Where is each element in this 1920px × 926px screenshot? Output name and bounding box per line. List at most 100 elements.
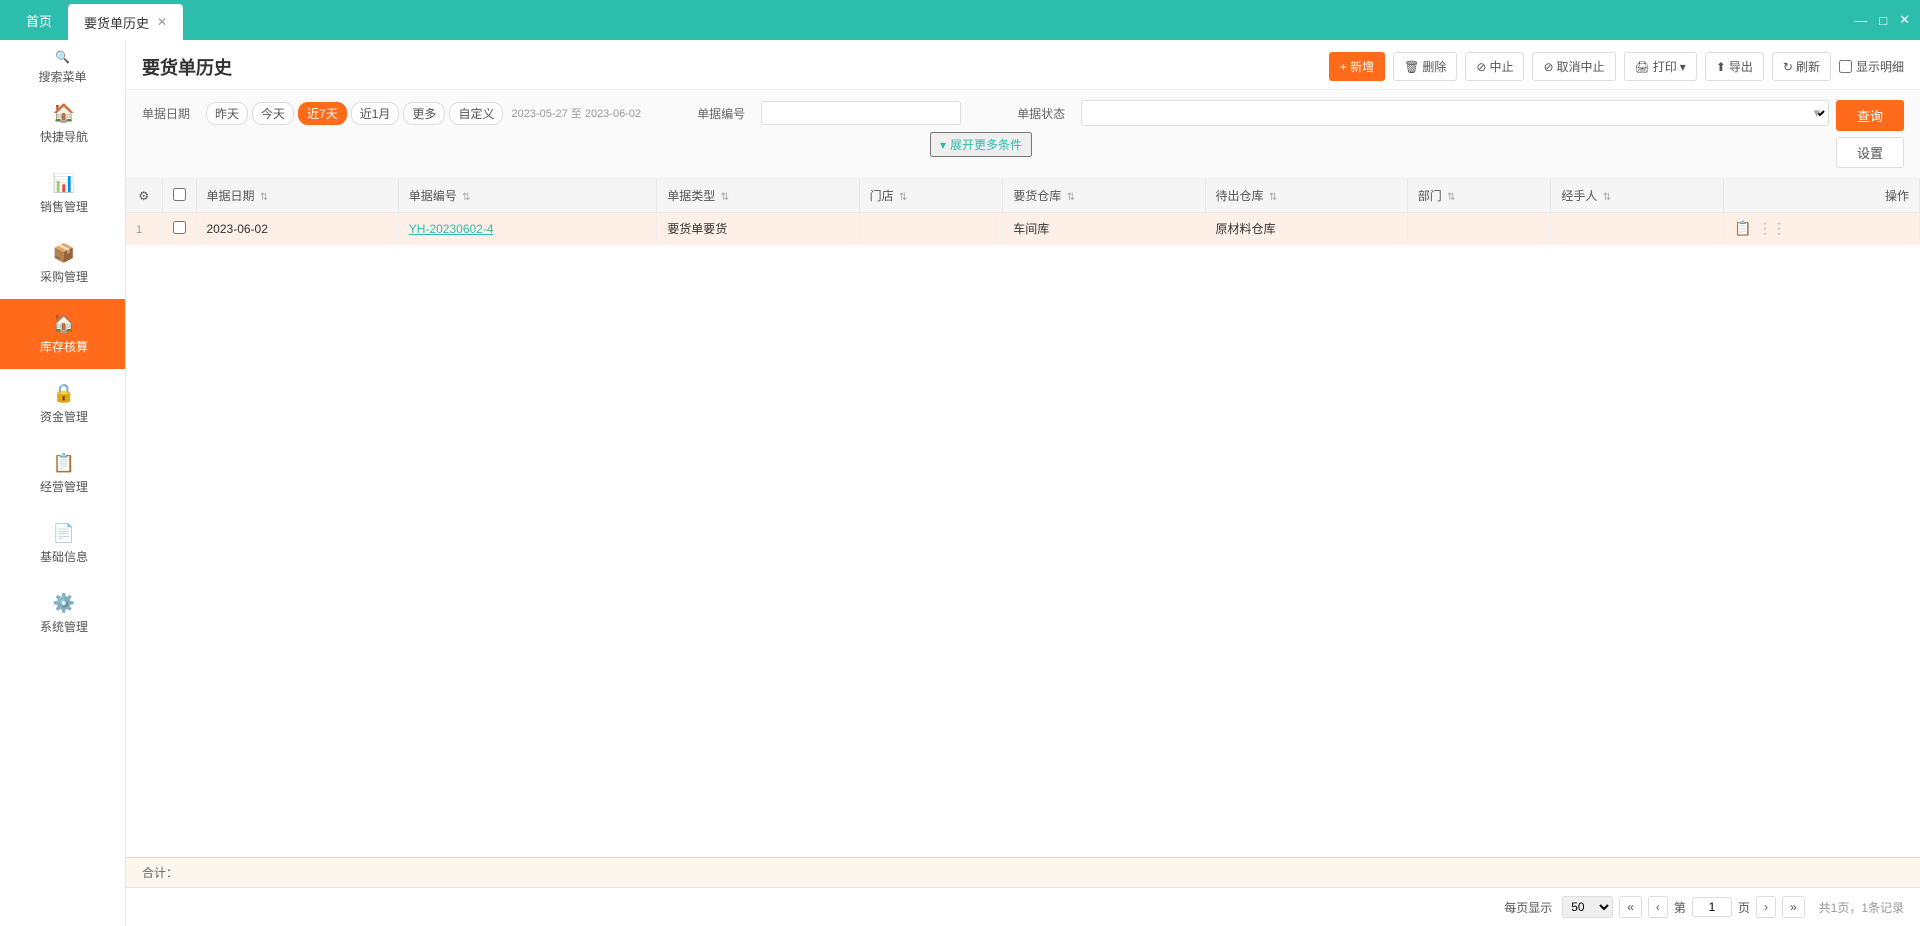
new-button[interactable]: + 新增 [1329,52,1385,81]
settings-gear-icon[interactable]: ⚙ [138,189,149,203]
export-button[interactable]: ⬆ 导出 [1705,52,1764,81]
th-store[interactable]: 门店 ⇅ [859,179,1003,213]
layout: 🔍 搜索菜单 🏠 快捷导航 📊 销售管理 📦 采购管理 🏠 库存核算 🔒 资金管… [0,40,1920,926]
sort-dept-icon: ⇅ [1447,192,1455,203]
page-label: 第 [1674,899,1686,916]
page-suffix: 页 [1738,899,1750,916]
main-content: 要货单历史 + 新增 🗑 删除 ⊘ 中止 ⊘ 取消中止 🖨 打印 [126,40,1920,926]
row-checkbox[interactable] [173,221,186,234]
basic-icon: 📄 [53,523,75,544]
pagination: 每页显示 20 50 100 200 « ‹ 第 页 › » 共1页，1条记录 [126,887,1920,926]
date-btn-1month[interactable]: 近1月 [351,102,400,125]
next-page-button[interactable]: › [1756,896,1776,918]
expand-icon: ▾ [940,138,946,152]
sidebar-item-quick-nav[interactable]: 🏠 快捷导航 [0,89,125,159]
sidebar-item-label: 快捷导航 [40,128,88,145]
delete-button[interactable]: 🗑 删除 [1393,52,1457,81]
th-doc-no[interactable]: 单据编号 ⇅ [398,179,656,213]
sidebar-item-inventory[interactable]: 🏠 库存核算 [0,299,125,369]
date-btn-today[interactable]: 今天 [252,102,294,125]
quick-nav-icon: 🏠 [53,103,75,124]
table-wrap: ⚙ 单据日期 ⇅ 单据编号 ⇅ [126,179,1920,857]
filter-section: 单据日期 昨天 今天 近7天 近1月 更多 自定义 2023-05-27 至 2… [142,100,1904,168]
cancel-stop-icon: ⊘ [1543,60,1553,74]
total-info: 共1页，1条记录 [1819,899,1904,916]
th-checkbox[interactable] [162,179,196,213]
sidebar-item-system[interactable]: ⚙️ 系统管理 [0,579,125,649]
sort-pendwh-icon: ⇅ [1269,192,1277,203]
date-btn-yesterday[interactable]: 昨天 [206,102,248,125]
filter-row-actions: 查询 设置 [1820,100,1904,168]
row-more-icon[interactable]: ⋮⋮ [1758,220,1786,237]
page-header: 要货单历史 + 新增 🗑 删除 ⊘ 中止 ⊘ 取消中止 🖨 打印 [126,40,1920,90]
filter-bar: 单据日期 昨天 今天 近7天 近1月 更多 自定义 2023-05-27 至 2… [126,90,1920,179]
tab-history-close[interactable]: ✕ [157,15,167,29]
sidebar-item-label: 库存核算 [40,338,88,355]
minimize-button[interactable]: — [1854,13,1867,28]
table-row[interactable]: 1 2023-06-02 YH-20230602-4 要货单要货 车间库 原材料… [126,213,1920,245]
sidebar-item-purchase[interactable]: 📦 采购管理 [0,229,125,299]
page-number-input[interactable] [1692,897,1732,917]
td-handler [1551,213,1724,245]
status-select[interactable] [1081,100,1829,126]
th-pending-warehouse[interactable]: 待出仓库 ⇅ [1205,179,1407,213]
sidebar-search[interactable]: 🔍 搜索菜单 [0,40,125,89]
td-operations: 📋 ⋮⋮ [1724,213,1920,245]
td-checkbox[interactable] [162,213,196,245]
th-handler[interactable]: 经手人 ⇅ [1551,179,1724,213]
query-button[interactable]: 查询 [1836,100,1904,131]
sidebar-item-operation[interactable]: 📋 经营管理 [0,439,125,509]
sidebar-item-sales[interactable]: 📊 销售管理 [0,159,125,229]
table-footer: 合计： [126,857,1920,887]
doc-no-label: 单据编号 [697,105,745,122]
date-btn-more[interactable]: 更多 [403,102,445,125]
th-doc-type[interactable]: 单据类型 ⇅ [657,179,859,213]
display-detail-toggle[interactable]: 显示明细 [1839,58,1904,75]
stop-button[interactable]: ⊘ 中止 [1465,52,1524,81]
display-detail-checkbox[interactable] [1839,60,1852,73]
data-table: ⚙ 单据日期 ⇅ 单据编号 ⇅ [126,179,1920,245]
stop-icon: ⊘ [1476,60,1486,74]
sort-store-icon: ⇅ [899,192,907,203]
cancel-stop-button[interactable]: ⊘ 取消中止 [1532,52,1615,81]
td-doc-no[interactable]: YH-20230602-4 [398,213,656,245]
date-btn-7days[interactable]: 近7天 [298,102,347,125]
doc-no-link[interactable]: YH-20230602-4 [409,222,494,236]
system-icon: ⚙️ [53,593,75,614]
sort-date-icon: ⇅ [260,192,268,203]
row-edit-icon[interactable]: 📋 [1734,220,1751,237]
date-btn-custom[interactable]: 自定义 [449,102,503,125]
close-button[interactable]: ✕ [1899,12,1910,28]
sidebar-item-basic[interactable]: 📄 基础信息 [0,509,125,579]
select-all-checkbox[interactable] [173,188,186,201]
top-bar: 首页 要货单历史 ✕ — □ ✕ [0,0,1920,40]
sidebar-search-label: 搜索菜单 [38,68,86,85]
print-dropdown-icon: ▾ [1680,60,1686,74]
refresh-button[interactable]: ↻ 刷新 [1772,52,1831,81]
tab-home[interactable]: 首页 [10,0,68,40]
th-req-warehouse[interactable]: 要货仓库 ⇅ [1003,179,1205,213]
page-size-select[interactable]: 20 50 100 200 [1562,896,1613,918]
settings-button[interactable]: 设置 [1836,137,1904,168]
last-page-button[interactable]: » [1782,896,1805,918]
first-page-button[interactable]: « [1619,896,1642,918]
total-label: 合计： [142,866,178,880]
doc-no-input[interactable] [761,101,961,125]
prev-page-button[interactable]: ‹ [1648,896,1668,918]
date-filter-label: 单据日期 [142,105,190,122]
sales-icon: 📊 [53,173,75,194]
th-settings[interactable]: ⚙ [126,179,162,213]
print-button[interactable]: 🖨 打印 ▾ [1624,52,1697,81]
sidebar-item-finance[interactable]: 🔒 资金管理 [0,369,125,439]
th-date[interactable]: 单据日期 ⇅ [196,179,398,213]
tab-history[interactable]: 要货单历史 ✕ [68,4,183,40]
finance-icon: 🔒 [53,383,75,404]
sidebar-item-label: 基础信息 [40,548,88,565]
th-department[interactable]: 部门 ⇅ [1407,179,1551,213]
expand-more-button[interactable]: ▾ 展开更多条件 [930,132,1032,157]
purchase-icon: 📦 [53,243,75,264]
maximize-button[interactable]: □ [1879,13,1887,28]
status-select-wrap: ▾ [1081,100,1820,126]
sort-reqwh-icon: ⇅ [1067,192,1075,203]
header-actions: + 新增 🗑 删除 ⊘ 中止 ⊘ 取消中止 🖨 打印 ▾ [1329,52,1904,81]
